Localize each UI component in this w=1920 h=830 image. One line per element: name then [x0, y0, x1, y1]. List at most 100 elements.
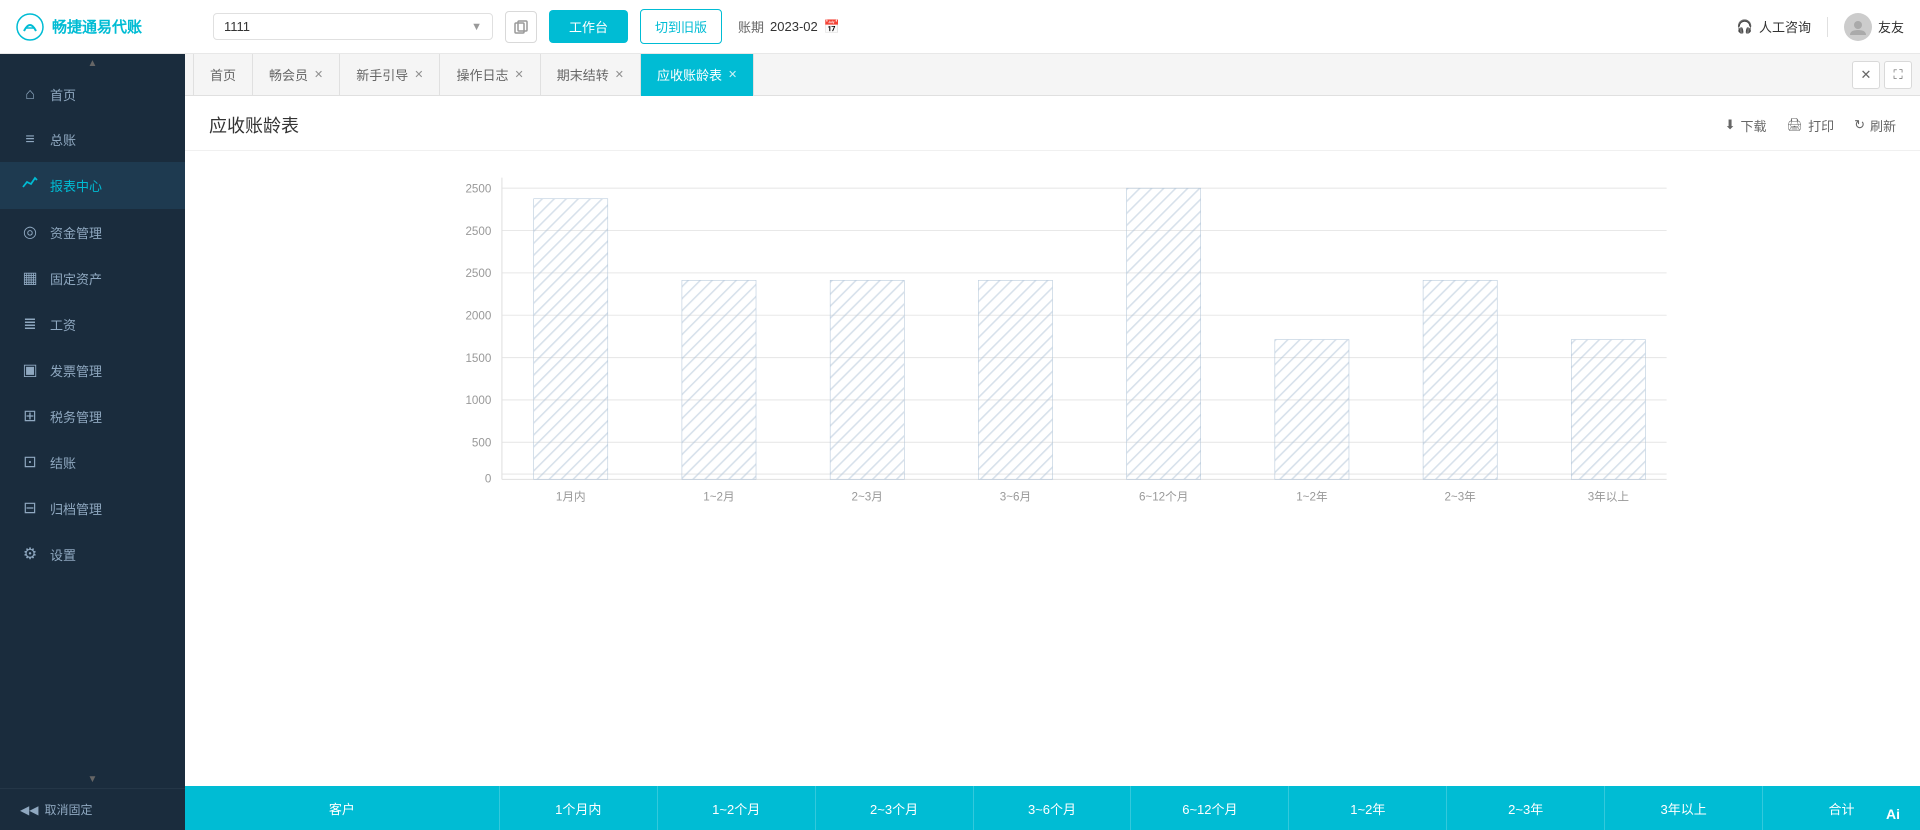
sidebar-item-ledger[interactable]: ≡ 总账: [0, 117, 185, 162]
svg-text:1月内: 1月内: [556, 490, 586, 504]
main-layout: ▲ ⌂ 首页 ≡ 总账 报表中心 ◎ 资金管理 ▦ 固定资产: [0, 54, 1920, 830]
chart-container: 2500 2500 2500 2000 1500 1000 500 0: [209, 167, 1896, 527]
sidebar-item-archive[interactable]: ⊟ 归档管理: [0, 485, 185, 531]
sidebar-item-label: 归档管理: [50, 499, 102, 518]
bar-year12: [1275, 340, 1349, 480]
tab-home[interactable]: 首页: [193, 54, 253, 96]
sidebar-item-funds[interactable]: ◎ 资金管理: [0, 209, 185, 255]
download-icon: ⬇: [1725, 117, 1736, 133]
consult-button[interactable]: 🎧 人工咨询: [1737, 17, 1811, 36]
svg-text:2~3年: 2~3年: [1444, 490, 1476, 504]
copy-button[interactable]: [505, 11, 537, 43]
tab-close-icon[interactable]: ✕: [615, 68, 624, 81]
sidebar-item-home[interactable]: ⌂ 首页: [0, 72, 185, 117]
tab-label: 畅会员: [269, 65, 308, 84]
chart-area: 2500 2500 2500 2000 1500 1000 500 0: [185, 151, 1920, 786]
refresh-button[interactable]: ↻ 刷新: [1854, 116, 1896, 135]
sidebar-item-label: 工资: [50, 315, 76, 334]
svg-text:500: 500: [472, 437, 492, 450]
print-icon: 🖨: [1787, 117, 1804, 133]
bar-year23: [1423, 280, 1497, 479]
sidebar-item-label: 资金管理: [50, 223, 102, 242]
period-label: 账期: [738, 17, 764, 36]
table-header: 客户 1个月内 1~2个月 2~3个月 3~6个月 6~12个月 1~2年 2~…: [185, 786, 1920, 830]
invoice-icon: ▣: [20, 360, 40, 380]
workbench-button[interactable]: 工作台: [549, 10, 628, 43]
sidebar-scroll-down[interactable]: ▼: [0, 770, 185, 788]
sidebar: ▲ ⌂ 首页 ≡ 总账 报表中心 ◎ 资金管理 ▦ 固定资产: [0, 54, 185, 830]
page-title: 应收账龄表: [209, 112, 299, 138]
close-tab-button[interactable]: ✕: [1852, 61, 1880, 89]
ai-badge-text: Ai: [1886, 806, 1900, 822]
ai-badge[interactable]: Ai: [1866, 798, 1920, 830]
company-selector[interactable]: 1111 ▼: [213, 13, 493, 40]
sidebar-item-invoice[interactable]: ▣ 发票管理: [0, 347, 185, 393]
bar-month612: [1127, 188, 1201, 479]
tab-period-end[interactable]: 期末结转 ✕: [541, 54, 641, 96]
cancel-fixed-label: 取消固定: [44, 801, 92, 818]
svg-text:3年以上: 3年以上: [1588, 490, 1630, 504]
tab-guide[interactable]: 新手引导 ✕: [340, 54, 440, 96]
user-avatar: [1844, 13, 1872, 41]
tab-close-icon[interactable]: ✕: [515, 68, 524, 81]
download-button[interactable]: ⬇ 下载: [1725, 116, 1767, 135]
content-area: 首页 畅会员 ✕ 新手引导 ✕ 操作日志 ✕ 期末结转 ✕ 应收账龄表 ✕: [185, 54, 1920, 830]
tab-label: 操作日志: [456, 65, 508, 84]
svg-text:2~3月: 2~3月: [852, 491, 883, 504]
svg-text:6~12个月: 6~12个月: [1139, 491, 1188, 504]
switch-version-button[interactable]: 切到旧版: [640, 9, 722, 44]
user-area[interactable]: 友友: [1844, 13, 1904, 41]
print-button[interactable]: 🖨 打印: [1787, 116, 1835, 135]
sidebar-scroll-up[interactable]: ▲: [0, 54, 185, 72]
tab-close-icon[interactable]: ✕: [728, 68, 737, 81]
tax-icon: ⊞: [20, 406, 40, 426]
tab-member[interactable]: 畅会员 ✕: [253, 54, 340, 96]
bar-month12: [682, 280, 756, 479]
sidebar-item-label: 首页: [50, 85, 76, 104]
sidebar-item-label: 发票管理: [50, 361, 102, 380]
settings-icon: ⚙: [20, 544, 40, 564]
calendar-icon[interactable]: 📅: [824, 19, 840, 35]
sidebar-item-settings[interactable]: ⚙ 设置: [0, 531, 185, 577]
bar-chart: 2500 2500 2500 2000 1500 1000 500 0: [209, 167, 1896, 527]
tab-label: 应收账龄表: [657, 65, 722, 84]
bar-month36: [978, 280, 1052, 479]
col-month1: 1个月内: [500, 786, 658, 830]
period-value: 2023-02: [770, 19, 818, 34]
svg-text:3~6月: 3~6月: [1000, 491, 1031, 504]
svg-text:1~2年: 1~2年: [1296, 490, 1328, 504]
user-name: 友友: [1878, 17, 1904, 36]
col-year23: 2~3年: [1447, 786, 1605, 830]
period-area: 账期 2023-02 📅: [738, 17, 840, 36]
col-customer: 客户: [185, 786, 500, 830]
tab-aging[interactable]: 应收账龄表 ✕: [641, 54, 754, 96]
bar-year3plus: [1571, 340, 1645, 480]
sidebar-items: ⌂ 首页 ≡ 总账 报表中心 ◎ 资金管理 ▦ 固定资产: [0, 72, 185, 770]
sidebar-item-tax[interactable]: ⊞ 税务管理: [0, 393, 185, 439]
svg-text:2000: 2000: [465, 309, 491, 322]
col-month23: 2~3个月: [816, 786, 974, 830]
tab-close-icon[interactable]: ✕: [414, 68, 423, 81]
sidebar-item-reports[interactable]: 报表中心: [0, 162, 185, 209]
cancel-fixed-icon: ◀◀: [20, 803, 38, 817]
col-month12: 1~2个月: [658, 786, 816, 830]
svg-text:2500: 2500: [465, 225, 491, 238]
cancel-fixed-button[interactable]: ◀◀ 取消固定: [0, 788, 185, 830]
sidebar-item-salary[interactable]: ≣ 工资: [0, 301, 185, 347]
company-name: 1111: [224, 19, 250, 34]
maximize-tab-button[interactable]: ⛶: [1884, 61, 1912, 89]
sidebar-item-label: 结账: [50, 453, 76, 472]
page-header: 应收账龄表 ⬇ 下载 🖨 打印 ↻ 刷新: [185, 96, 1920, 151]
svg-text:0: 0: [485, 473, 492, 486]
salary-icon: ≣: [20, 314, 40, 334]
page-content: 应收账龄表 ⬇ 下载 🖨 打印 ↻ 刷新: [185, 96, 1920, 786]
archive-icon: ⊟: [20, 498, 40, 518]
sidebar-item-checkout[interactable]: ⊡ 结账: [0, 439, 185, 485]
tab-close-icon[interactable]: ✕: [314, 68, 323, 81]
sidebar-item-assets[interactable]: ▦ 固定资产: [0, 255, 185, 301]
svg-text:1000: 1000: [465, 394, 491, 407]
sidebar-item-label: 设置: [50, 545, 76, 564]
sidebar-item-label: 报表中心: [50, 176, 102, 195]
tab-oplog[interactable]: 操作日志 ✕: [440, 54, 540, 96]
download-label: 下载: [1741, 116, 1767, 135]
